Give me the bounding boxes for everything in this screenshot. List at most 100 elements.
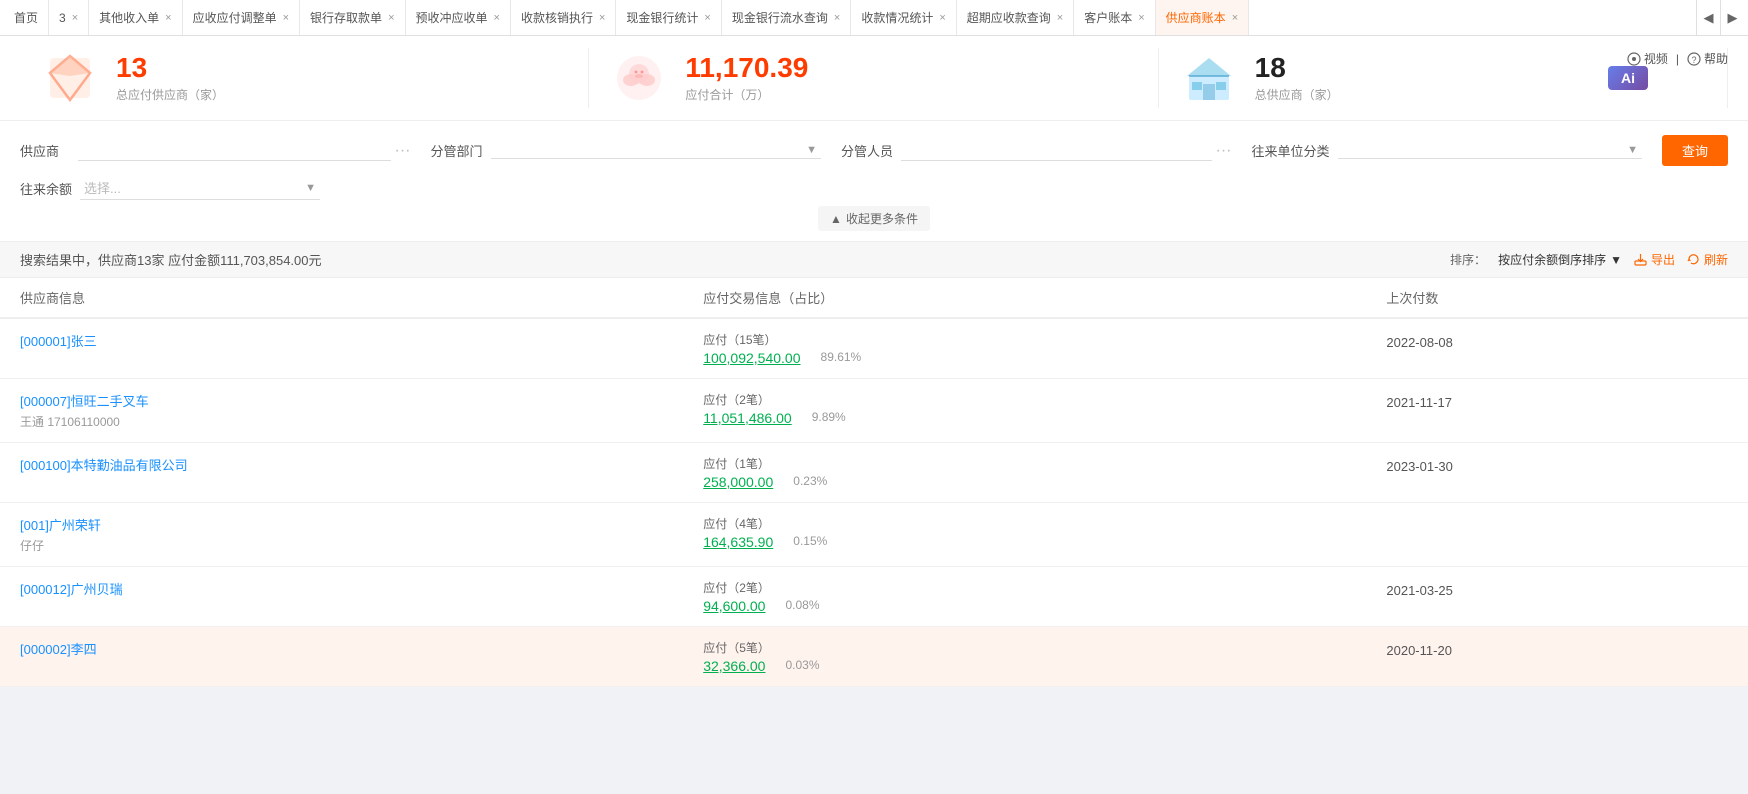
close-tab-1[interactable]: × (72, 12, 78, 24)
close-tab-7[interactable]: × (704, 12, 710, 24)
supplier-name-link[interactable]: [000002]李四 (20, 642, 97, 657)
pig-icon (609, 48, 669, 108)
close-tab-10[interactable]: × (1057, 12, 1063, 24)
tx-amount[interactable]: 164,635.90 (703, 534, 773, 550)
table-row: [000012]广州贝瑞应付（2笔）94,600.000.08%2021-03-… (0, 567, 1748, 627)
stat-label-payable-suppliers: 总应付供应商（家） (116, 86, 224, 103)
balance-filter-label: 往来余额 (20, 179, 72, 198)
nav-prev-arrow[interactable]: ◀ (1696, 0, 1720, 36)
filter-balance: 往来余额 选择... ▼ (20, 176, 320, 200)
video-link[interactable]: 视频 (1627, 50, 1668, 67)
nav-tab-12[interactable]: 供应商账本× (1156, 0, 1249, 36)
tx-amount[interactable]: 11,051,486.00 (703, 410, 792, 426)
close-tab-12[interactable]: × (1232, 12, 1238, 24)
nav-tab-9[interactable]: 收款情况统计× (851, 0, 956, 36)
nav-tab-11[interactable]: 客户账本× (1074, 0, 1155, 36)
close-tab-4[interactable]: × (388, 12, 394, 24)
person-filter-label: 分管人员 (841, 141, 893, 160)
col-header-supplier: 供应商信息 (20, 288, 703, 307)
category-filter-label: 往来单位分类 (1252, 141, 1330, 160)
close-tab-5[interactable]: × (494, 12, 500, 24)
ai-badge[interactable]: Ai (1608, 66, 1648, 90)
nav-tab-7[interactable]: 现金银行统计× (616, 0, 721, 36)
person-dots[interactable]: ··· (1216, 142, 1232, 160)
supplier-sub: 仔仔 (20, 537, 703, 554)
supplier-name-link[interactable]: [001]广州荣轩 (20, 518, 101, 533)
nav-tab-3[interactable]: 应收应付调整单× (183, 0, 300, 36)
table-header: 供应商信息 应付交易信息（占比） 上次付数 (0, 278, 1748, 319)
nav-tab-1[interactable]: 3× (49, 0, 89, 36)
stat-block-payable-total: 11,170.39 应付合计（万） (589, 48, 1158, 108)
nav-next-arrow[interactable]: ▶ (1720, 0, 1744, 36)
last-pay-date: 2021-11-17 (1386, 391, 1728, 410)
refresh-label: 刷新 (1704, 251, 1728, 268)
results-bar: 搜索结果中，供应商13家 应付金额111,703,854.00元 排序： 按应付… (0, 242, 1748, 278)
stat-block3-text: 18 总供应商（家） (1255, 54, 1339, 103)
filter-category: 往来单位分类 ▼ (1252, 141, 1643, 160)
collapse-chevron: ▲ (830, 212, 842, 226)
sort-arrow: ▼ (1610, 253, 1622, 267)
search-button[interactable]: 查询 (1662, 135, 1728, 166)
close-tab-2[interactable]: × (165, 12, 171, 24)
tx-label: 应付（1笔） (703, 455, 1386, 472)
close-tab-6[interactable]: × (599, 12, 605, 24)
supplier-input[interactable] (78, 141, 391, 161)
filter-dept: 分管部门 ▼ (431, 141, 822, 160)
close-tab-9[interactable]: × (939, 12, 945, 24)
header-sep: | (1676, 52, 1679, 66)
filter-area: 供应商 ··· 分管部门 ▼ 分管人员 ··· 往来单位分类 (0, 121, 1748, 242)
results-right: 排序： 按应付余额倒序排序 ▼ 导出 刷新 (1450, 251, 1728, 268)
category-select[interactable]: ▼ (1338, 142, 1642, 159)
person-input[interactable] (901, 141, 1212, 161)
nav-tab-5[interactable]: 预收冲应收单× (406, 0, 511, 36)
nav-tab-6[interactable]: 收款核销执行× (511, 0, 616, 36)
help-link[interactable]: ? 帮助 (1687, 50, 1728, 67)
nav-tab-2[interactable]: 其他收入单× (89, 0, 182, 36)
collapse-button[interactable]: ▲ 收起更多条件 (818, 206, 930, 231)
collapse-label: 收起更多条件 (846, 210, 918, 227)
nav-tab-10[interactable]: 超期应收款查询× (957, 0, 1074, 36)
tx-amount[interactable]: 258,000.00 (703, 474, 773, 490)
supplier-name-link[interactable]: [000100]本特勤油品有限公司 (20, 458, 188, 473)
close-tab-11[interactable]: × (1138, 12, 1144, 24)
nav-tab-4[interactable]: 银行存取款单× (300, 0, 405, 36)
close-tab-8[interactable]: × (834, 12, 840, 24)
results-summary: 搜索结果中，供应商13家 应付金额111,703,854.00元 (20, 250, 322, 269)
tx-label: 应付（15笔） (703, 331, 1386, 348)
sort-select[interactable]: 按应付余额倒序排序 ▼ (1498, 251, 1622, 268)
tx-label: 应付（2笔） (703, 391, 1386, 408)
tx-amount[interactable]: 32,366.00 (703, 658, 765, 674)
stat-label-total-suppliers: 总供应商（家） (1255, 86, 1339, 103)
last-pay-date: 2021-03-25 (1386, 579, 1728, 598)
supplier-name-link[interactable]: [000012]广州贝瑞 (20, 582, 123, 597)
export-button[interactable]: 导出 (1634, 251, 1675, 268)
tx-amount[interactable]: 100,092,540.00 (703, 350, 800, 366)
table-body: [000001]张三应付（15笔）100,092,540.0089.61%202… (0, 319, 1748, 687)
tx-label: 应付（2笔） (703, 579, 1386, 596)
supplier-sub: 王通 17106110000 (20, 413, 703, 430)
balance-select-arrow: ▼ (305, 182, 316, 194)
supplier-name-link[interactable]: [000001]张三 (20, 334, 97, 349)
tx-amount[interactable]: 94,600.00 (703, 598, 765, 614)
svg-text:?: ? (1691, 55, 1696, 65)
stats-header: 13 总应付供应商（家） 11,170.39 应付合计（万） (0, 36, 1748, 121)
nav-tab-8[interactable]: 现金银行流水查询× (722, 0, 851, 36)
nav-tab-0[interactable]: 首页 (4, 0, 49, 36)
supplier-name-link[interactable]: [000007]恒旺二手叉车 (20, 394, 149, 409)
export-label: 导出 (1651, 251, 1675, 268)
last-pay-date (1386, 515, 1728, 519)
stat-label-payable-total: 应付合计（万） (685, 86, 808, 103)
balance-select-text: 选择... (84, 178, 305, 197)
balance-select[interactable]: 选择... ▼ (80, 176, 320, 200)
main-content: 13 总应付供应商（家） 11,170.39 应付合计（万） (0, 36, 1748, 794)
supplier-dots[interactable]: ··· (395, 142, 411, 160)
header-links: 视频 | ? 帮助 (1627, 50, 1728, 67)
dept-select[interactable]: ▼ (491, 142, 821, 159)
dept-filter-label: 分管部门 (431, 141, 483, 160)
table-row: [000001]张三应付（15笔）100,092,540.0089.61%202… (0, 319, 1748, 379)
stat-value-payable-suppliers: 13 (116, 54, 224, 82)
stat-value-total-suppliers: 18 (1255, 54, 1339, 82)
last-pay-date: 2023-01-30 (1386, 455, 1728, 474)
refresh-button[interactable]: 刷新 (1687, 251, 1728, 268)
close-tab-3[interactable]: × (283, 12, 289, 24)
